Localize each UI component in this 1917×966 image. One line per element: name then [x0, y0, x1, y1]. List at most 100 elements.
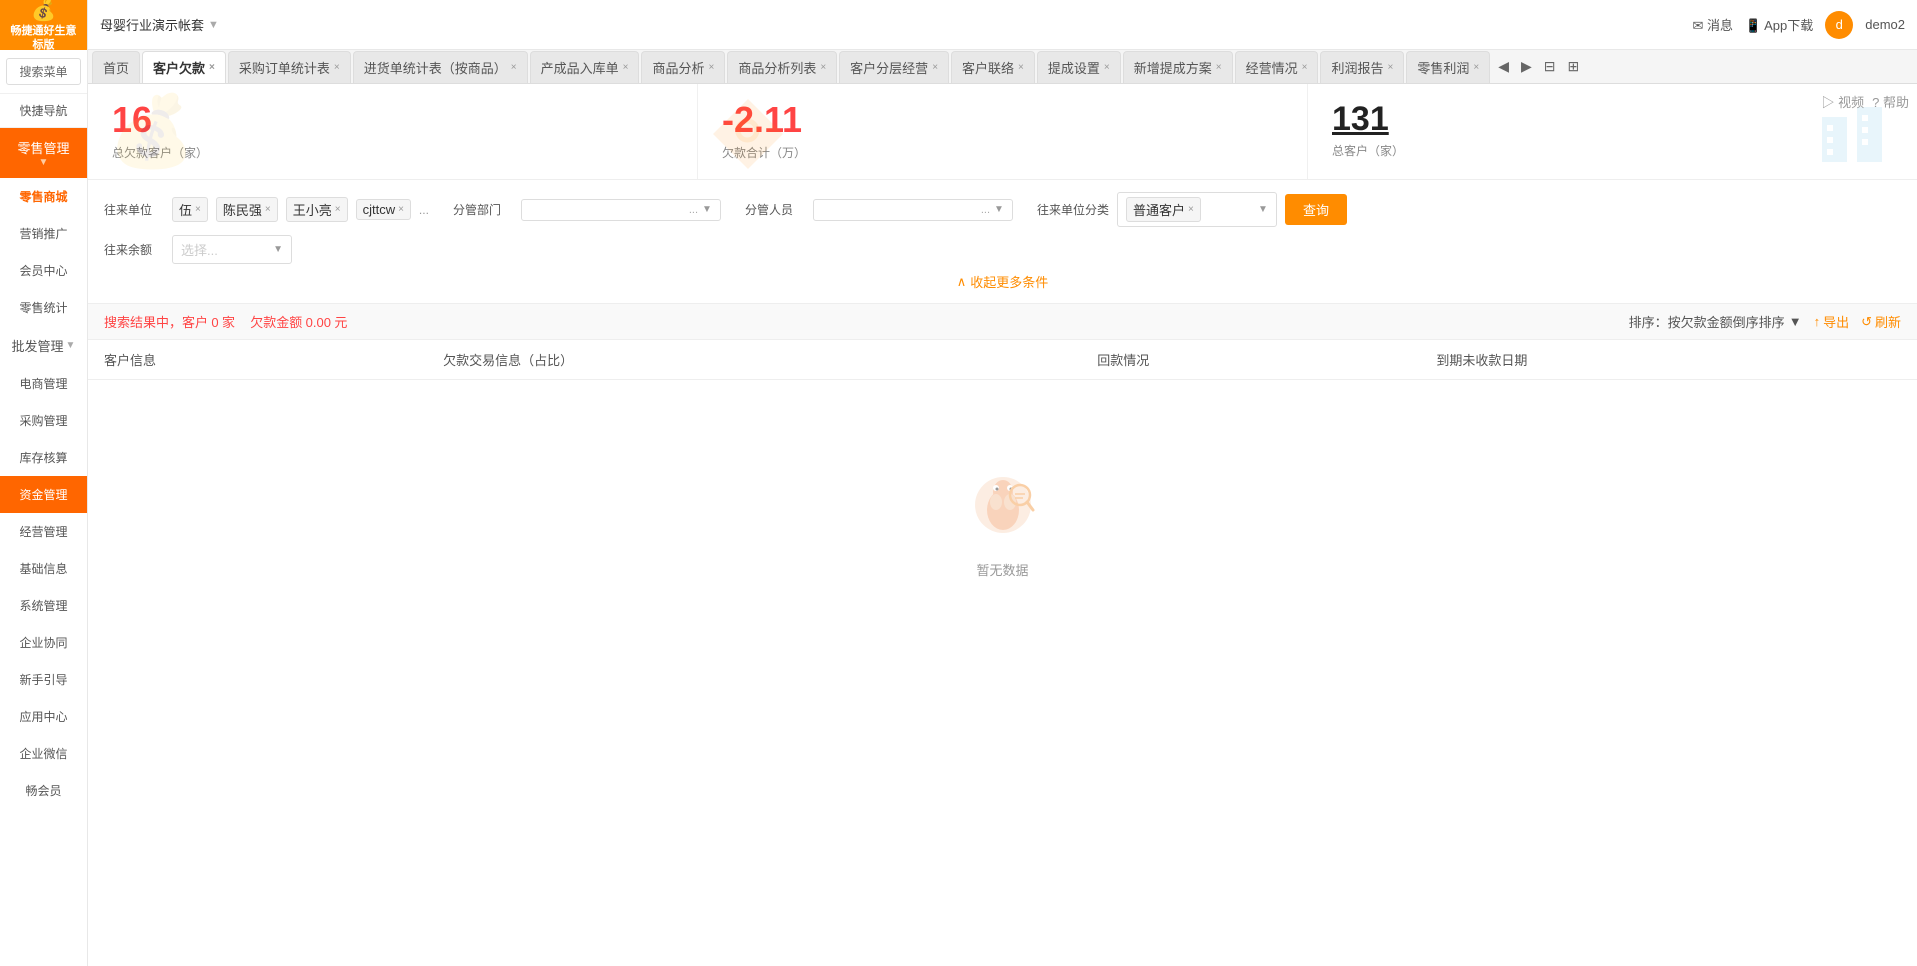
tab-production[interactable]: 产成品入库单 × — [530, 51, 640, 83]
empty-text: 暂无数据 — [976, 560, 1028, 579]
tab-commission-settings[interactable]: 提成设置 × — [1037, 51, 1121, 83]
tab-product-list[interactable]: 商品分析列表 × — [727, 51, 837, 83]
tab-product-analysis-close[interactable]: × — [708, 62, 714, 73]
balance-placeholder: 选择... — [181, 240, 269, 259]
tab-retail-profit[interactable]: 零售利润 × — [1406, 51, 1490, 83]
tab-credit-close[interactable]: × — [209, 62, 215, 73]
sidebar-item-system[interactable]: 系统管理 — [0, 587, 87, 624]
tab-product-list-close[interactable]: × — [820, 62, 826, 73]
category-tag-remove[interactable]: × — [1188, 204, 1194, 215]
tab-next-btn[interactable]: ▶ — [1515, 54, 1538, 79]
tab-production-label: 产成品入库单 — [541, 58, 619, 77]
tag-wang-remove[interactable]: × — [335, 204, 341, 215]
stat-total-customers: 131 总客户（家） ▷ 视频 ? 帮助 — [1308, 84, 1917, 179]
filter-tag-chen: 陈民强 × — [216, 197, 278, 222]
tab-operations-close[interactable]: × — [1302, 62, 1308, 73]
branch-person-select[interactable]: ... ▼ — [813, 199, 1013, 221]
balance-select[interactable]: 选择... ▼ — [172, 235, 292, 264]
tab-inbound-stats[interactable]: 进货单统计表（按商品） × — [353, 51, 528, 83]
sidebar-item-inventory[interactable]: 库存核算 — [0, 439, 87, 476]
stat-credit-amount: ⚬ -2.11 欠款合计（万） — [698, 84, 1308, 179]
tab-customer-contact-close[interactable]: × — [1018, 62, 1024, 73]
collapse-filter-btn[interactable]: ∧ 收起更多条件 — [104, 272, 1901, 291]
message-btn[interactable]: ✉ 消息 — [1692, 15, 1733, 34]
tab-profit-report-close[interactable]: × — [1387, 62, 1393, 73]
sidebar-item-wholesale[interactable]: 批发管理▼ — [0, 326, 87, 365]
branch-dept-more: ... — [689, 204, 698, 216]
export-label: 导出 — [1823, 312, 1849, 331]
query-button[interactable]: 查询 — [1285, 194, 1347, 225]
tab-purchase-stats-close[interactable]: × — [334, 62, 340, 73]
empty-state: 暂无数据 — [88, 380, 1917, 659]
tag-wu-remove[interactable]: × — [195, 204, 201, 215]
sidebar-item-appcenter[interactable]: 应用中心 — [0, 698, 87, 735]
filter-row-2: 往来余额 选择... ▼ — [104, 235, 1901, 264]
from-unit-label: 往来单位 — [104, 201, 164, 218]
tab-customer-contact[interactable]: 客户联络 × — [951, 51, 1035, 83]
tab-customer-credit[interactable]: 客户欠款 × — [142, 51, 226, 83]
tag-cjttcw-remove[interactable]: × — [398, 204, 404, 215]
tag-chen-remove[interactable]: × — [265, 204, 271, 215]
sidebar-item-finance[interactable]: 资金管理 — [0, 476, 87, 513]
tab-purchase-stats[interactable]: 采购订单统计表 × — [228, 51, 351, 83]
tab-profit-report[interactable]: 利润报告 × — [1320, 51, 1404, 83]
tab-profit-report-label: 利润报告 — [1331, 58, 1383, 77]
sidebar-item-marketing[interactable]: 营销推广 — [0, 215, 87, 252]
tab-new-commission[interactable]: 新增提成方案 × — [1123, 51, 1233, 83]
workspace-name: 母婴行业演示帐套 — [100, 15, 204, 34]
tab-credit-label: 客户欠款 — [153, 58, 205, 77]
filter-tag-wu: 伍 × — [172, 197, 208, 222]
search-menu[interactable]: 搜索菜单 — [0, 50, 87, 94]
avatar[interactable]: d — [1825, 11, 1853, 39]
sort-select[interactable]: 排序：按欠款金额倒序排序 ▼ — [1629, 312, 1802, 331]
branch-dept-select[interactable]: ... ▼ — [521, 199, 721, 221]
tab-collapse-btn[interactable]: ⊟ — [1538, 54, 1562, 79]
refresh-btn[interactable]: ↺ 刷新 — [1861, 312, 1901, 331]
sidebar-item-retail-stats[interactable]: 零售统计 — [0, 289, 87, 326]
sidebar-item-retail-mall[interactable]: 零售商城 — [0, 178, 87, 215]
app-download-btn[interactable]: 📱 App下载 — [1745, 15, 1813, 34]
help-btn[interactable]: ? 帮助 — [1872, 92, 1909, 111]
sidebar-item-newguide[interactable]: 新手引导 — [0, 661, 87, 698]
category-tag-label: 普通客户 — [1133, 200, 1185, 219]
collapse-label: 收起更多条件 — [970, 272, 1048, 291]
sidebar-item-purchase[interactable]: 采购管理 — [0, 402, 87, 439]
logo-text: 畅捷通好生意 — [11, 25, 77, 38]
sidebar-item-enterprise[interactable]: 企业协同 — [0, 624, 87, 661]
search-menu-btn[interactable]: 搜索菜单 — [6, 58, 81, 85]
total-customers-label: 总客户（家） — [1332, 142, 1404, 159]
tab-expand-btn[interactable]: ⊞ — [1561, 54, 1585, 79]
result-unit: 家 — [222, 315, 235, 330]
tab-customer-tier[interactable]: 客户分层经营 × — [839, 51, 949, 83]
quick-nav-btn[interactable]: 快捷导航 — [0, 94, 87, 128]
sidebar-item-wechat[interactable]: 企业微信 — [0, 735, 87, 772]
export-btn[interactable]: ↑ 导出 — [1814, 312, 1850, 331]
tab-home[interactable]: 首页 — [92, 51, 140, 83]
branch-person-arrow: ▼ — [994, 204, 1004, 215]
tab-retail-profit-close[interactable]: × — [1473, 62, 1479, 73]
sidebar-item-member[interactable]: 畅会员 — [0, 772, 87, 809]
tab-prev-btn[interactable]: ◀ — [1492, 54, 1515, 79]
tab-inbound-close[interactable]: × — [511, 62, 517, 73]
tab-new-commission-close[interactable]: × — [1216, 62, 1222, 73]
sidebar-item-basics[interactable]: 基础信息 — [0, 550, 87, 587]
sidebar-item-operations[interactable]: 经营管理 — [0, 513, 87, 550]
sidebar-item-membership[interactable]: 会员中心 — [0, 252, 87, 289]
tab-product-analysis[interactable]: 商品分析 × — [641, 51, 725, 83]
video-help-btn[interactable]: ▷ 视频 — [1822, 92, 1865, 111]
tab-commission-settings-close[interactable]: × — [1104, 62, 1110, 73]
tab-operations[interactable]: 经营情况 × — [1235, 51, 1319, 83]
sidebar-item-ecommerce[interactable]: 电商管理 — [0, 365, 87, 402]
app-logo: 💰 畅捷通好生意 标版 — [0, 0, 87, 50]
tab-customer-tier-close[interactable]: × — [932, 62, 938, 73]
sidebar-item-retail-management[interactable]: 零售管理 ▼ — [0, 128, 87, 178]
unit-category-select[interactable]: 普通客户 × ▼ — [1117, 192, 1277, 227]
empty-illustration — [958, 460, 1048, 550]
tab-product-list-label: 商品分析列表 — [738, 58, 816, 77]
workspace-selector[interactable]: 母婴行业演示帐套 ▼ — [100, 15, 219, 34]
filter-more-tags[interactable]: ... — [419, 203, 429, 217]
branch-person-label: 分管人员 — [745, 201, 805, 218]
download-icon: 📱 — [1745, 18, 1761, 33]
message-icon: ✉ — [1692, 18, 1703, 33]
tab-production-close[interactable]: × — [623, 62, 629, 73]
